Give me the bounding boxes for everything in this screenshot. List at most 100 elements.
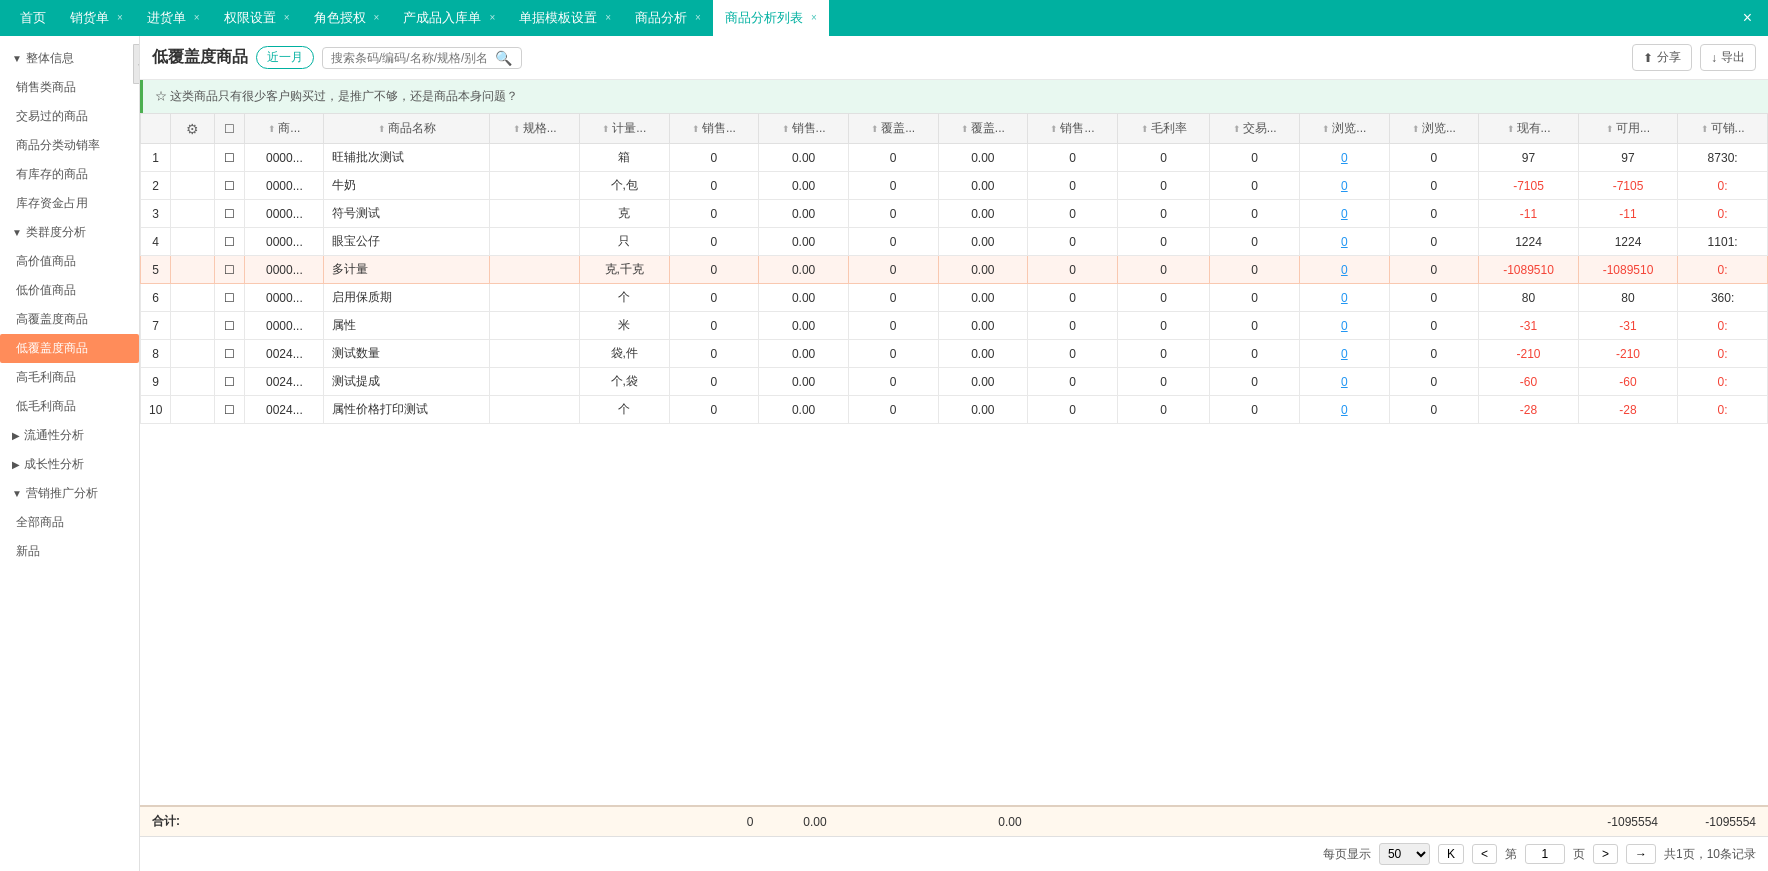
row-checkbox[interactable]: ☐ [215,256,245,284]
sidebar-item-low-value[interactable]: 低价值商品 [0,276,139,305]
sidebar-item-all-products[interactable]: 全部商品 [0,508,139,537]
sidebar-item-new-products[interactable]: 新品 [0,537,139,566]
col-current[interactable]: 现有... [1479,114,1578,144]
sidebar-item-high-margin[interactable]: 高毛利商品 [0,363,139,392]
nav-tab-product-analysis[interactable]: 商品分析 × [623,0,713,36]
row-gross: 0 [1117,396,1210,424]
col-spec[interactable]: 规格... [490,114,580,144]
col-available[interactable]: 可用... [1578,114,1677,144]
sidebar-item-high-value[interactable]: 高价值商品 [0,247,139,276]
col-settings[interactable]: ⚙ [171,114,215,144]
col-code[interactable]: 商... [245,114,324,144]
row-browse1[interactable]: 0 [1300,200,1390,228]
export-icon: ↓ [1711,51,1717,65]
sidebar-section-overall[interactable]: ▼ 整体信息 [0,44,139,73]
row-browse1[interactable]: 0 [1300,396,1390,424]
nav-tab-purchase[interactable]: 进货单 × [135,0,212,36]
search-icon[interactable]: 🔍 [495,50,512,66]
close-icon[interactable]: × [489,0,495,36]
row-checkbox[interactable]: ☐ [215,340,245,368]
page-number-input[interactable] [1525,844,1565,864]
table-wrapper[interactable]: ⚙ ☐ 商... 商品名称 规格... 计量... 销售... 销售... 覆盖… [140,113,1768,805]
sidebar-item-stocked-products[interactable]: 有库存的商品 [0,160,139,189]
sidebar-item-inventory-capital[interactable]: 库存资金占用 [0,189,139,218]
export-button[interactable]: ↓ 导出 [1700,44,1756,71]
sidebar-item-low-coverage[interactable]: 低覆盖度商品 [0,334,139,363]
row-available: 80 [1578,284,1677,312]
nav-tab-template[interactable]: 单据模板设置 × [507,0,623,36]
row-browse1[interactable]: 0 [1300,340,1390,368]
row-checkbox[interactable]: ☐ [215,312,245,340]
sidebar-item-sales-products[interactable]: 销售类商品 [0,73,139,102]
row-number: 9 [141,368,171,396]
close-icon[interactable]: × [811,0,817,36]
sidebar-section-liquidity[interactable]: ▶ 流通性分析 [0,421,139,450]
row-browse1[interactable]: 0 [1300,256,1390,284]
prev-page-button[interactable]: < [1472,844,1497,864]
sidebar-item-traded-products[interactable]: 交易过的商品 [0,102,139,131]
next-page-button[interactable]: > [1593,844,1618,864]
row-checkbox[interactable]: ☐ [215,172,245,200]
row-sales3: 0 [1028,172,1118,200]
col-sellable[interactable]: 可销... [1678,114,1768,144]
col-name[interactable]: 商品名称 [324,114,490,144]
col-browse1[interactable]: 浏览... [1300,114,1390,144]
row-checkbox[interactable]: ☐ [215,200,245,228]
row-browse1[interactable]: 0 [1300,312,1390,340]
row-browse2: 0 [1389,144,1479,172]
nav-tab-product-entry[interactable]: 产成品入库单 × [391,0,507,36]
sidebar-section-group[interactable]: ▼ 类群度分析 [0,218,139,247]
col-trade[interactable]: 交易... [1210,114,1300,144]
row-checkbox[interactable]: ☐ [215,284,245,312]
sidebar-section-marketing[interactable]: ▼ 营销推广分析 [0,479,139,508]
col-checkbox[interactable]: ☐ [215,114,245,144]
close-icon[interactable]: × [194,0,200,36]
nav-tab-sales[interactable]: 销货单 × [58,0,135,36]
row-browse1[interactable]: 0 [1300,172,1390,200]
row-spec [490,396,580,424]
row-checkbox[interactable]: ☐ [215,396,245,424]
first-page-button[interactable]: K [1438,844,1464,864]
nav-tab-roles[interactable]: 角色授权 × [302,0,392,36]
page-size-select[interactable]: 50 100 200 [1379,843,1430,865]
sidebar-collapse-button[interactable]: « [133,44,140,84]
settings-icon[interactable]: ⚙ [186,121,199,137]
row-cover1: 0 [848,172,938,200]
row-sellable: 0: [1678,200,1768,228]
row-browse1[interactable]: 0 [1300,368,1390,396]
row-browse1[interactable]: 0 [1300,144,1390,172]
row-browse1[interactable]: 0 [1300,284,1390,312]
sidebar-item-category-rate[interactable]: 商品分类动销率 [0,131,139,160]
nav-tab-home[interactable]: 首页 [8,0,58,36]
close-icon[interactable]: × [284,0,290,36]
search-input[interactable] [331,51,491,65]
close-icon[interactable]: × [374,0,380,36]
top-nav: 首页 销货单 × 进货单 × 权限设置 × 角色授权 × 产成品入库单 × 单据… [0,0,1768,36]
row-checkbox[interactable]: ☐ [215,368,245,396]
share-button[interactable]: ⬆ 分享 [1632,44,1692,71]
date-filter-button[interactable]: 近一月 [256,46,314,69]
last-page-button[interactable]: → [1626,844,1656,864]
col-unit[interactable]: 计量... [579,114,669,144]
sidebar-section-growth[interactable]: ▶ 成长性分析 [0,450,139,479]
content-header: 低覆盖度商品 近一月 🔍 ⬆ 分享 ↓ 导出 [140,36,1768,80]
nav-tab-permissions[interactable]: 权限设置 × [212,0,302,36]
row-checkbox[interactable]: ☐ [215,144,245,172]
row-checkbox[interactable]: ☐ [215,228,245,256]
sidebar-item-low-margin[interactable]: 低毛利商品 [0,392,139,421]
close-icon[interactable]: × [695,0,701,36]
col-cover2[interactable]: 覆盖... [938,114,1028,144]
sidebar-item-high-coverage[interactable]: 高覆盖度商品 [0,305,139,334]
col-sales2[interactable]: 销售... [759,114,849,144]
close-all-button[interactable]: × [1735,9,1760,27]
col-sales1[interactable]: 销售... [669,114,759,144]
row-browse1[interactable]: 0 [1300,228,1390,256]
nav-tab-product-analysis-list[interactable]: 商品分析列表 × [713,0,829,36]
chevron-icon: ▼ [12,53,22,64]
close-icon[interactable]: × [605,0,611,36]
col-sales3[interactable]: 销售... [1028,114,1118,144]
col-browse2[interactable]: 浏览... [1389,114,1479,144]
col-cover1[interactable]: 覆盖... [848,114,938,144]
col-gross[interactable]: 毛利率 [1117,114,1210,144]
close-icon[interactable]: × [117,0,123,36]
